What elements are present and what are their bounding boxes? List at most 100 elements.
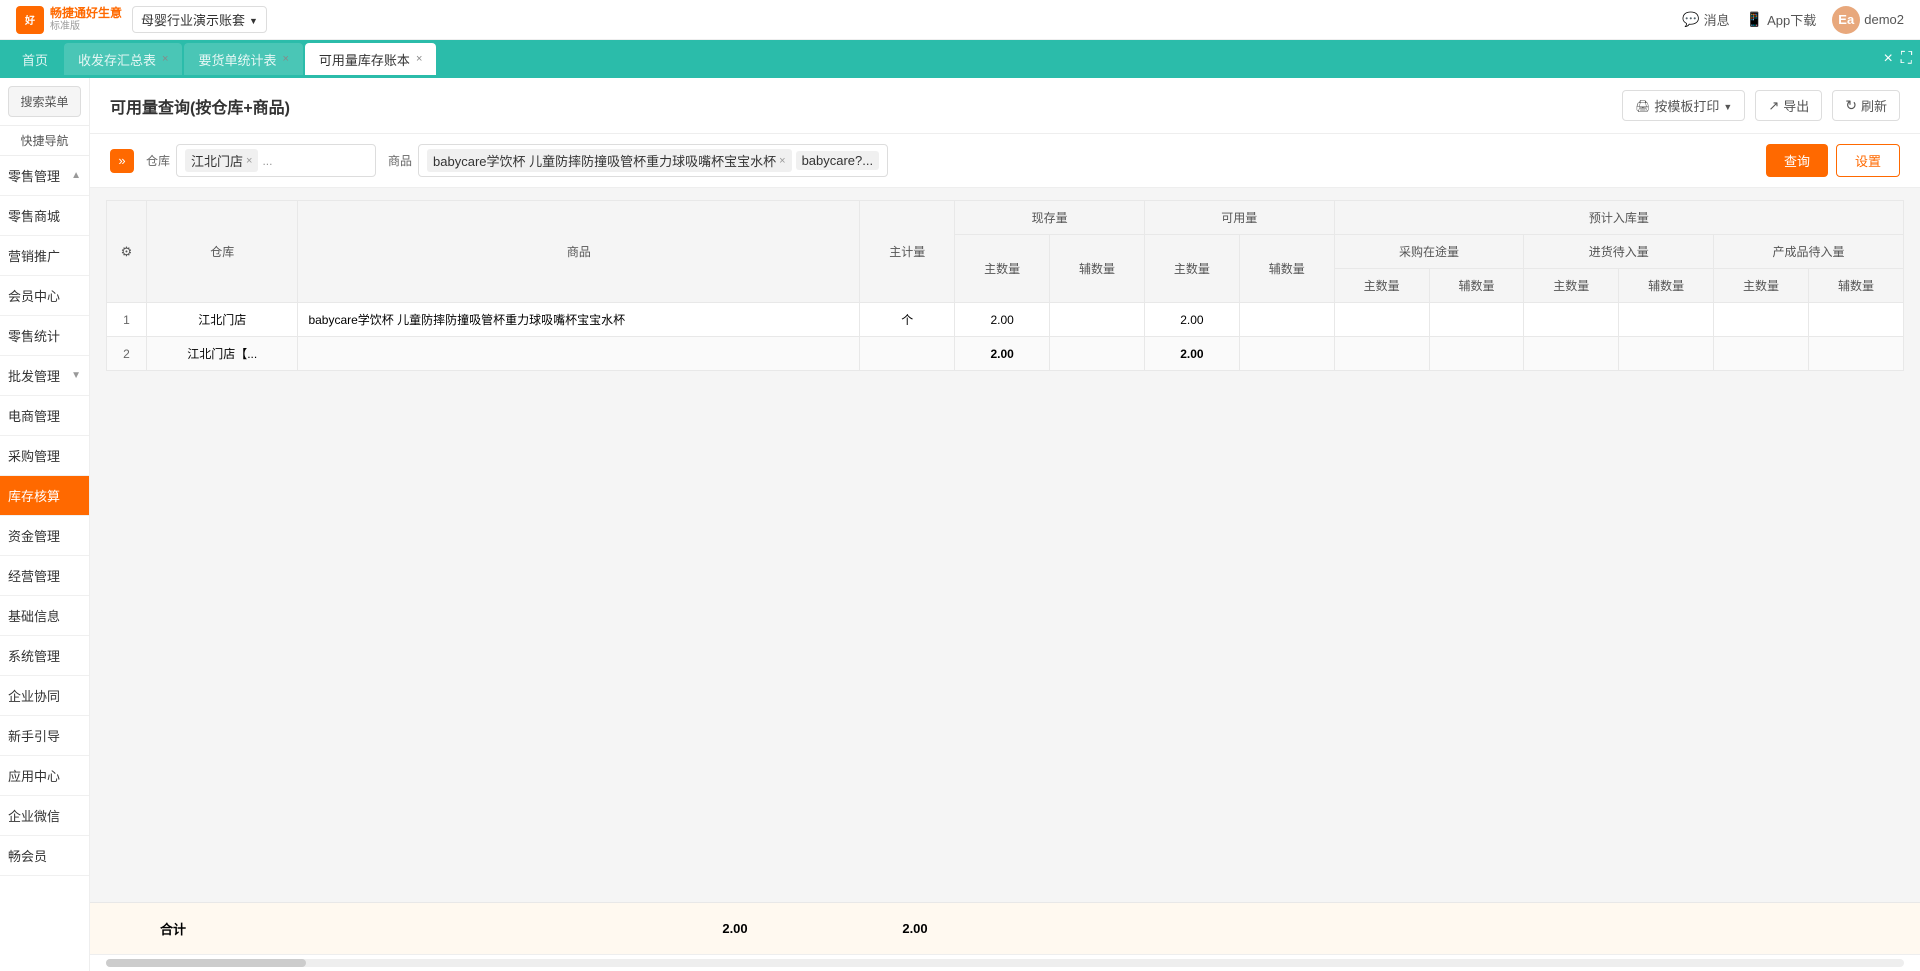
warehouse-tag-close[interactable]: ×: [246, 155, 252, 167]
tab-available[interactable]: 可用量库存账本 ×: [305, 43, 436, 75]
row-pp-aux: [1808, 337, 1903, 371]
th-planned-inbound: 预计入库量: [1334, 201, 1903, 235]
user-profile[interactable]: Ea demo2: [1832, 6, 1904, 34]
app-download-label: App下载: [1767, 10, 1816, 29]
refresh-btn[interactable]: 刷新: [1832, 90, 1900, 121]
sidebar-item-label: 应用中心: [8, 766, 60, 785]
th-current-stock: 现存量: [955, 201, 1145, 235]
export-btn[interactable]: 导出: [1755, 90, 1822, 121]
sidebar-item-label: 系统管理: [8, 646, 60, 665]
sidebar-item-wechat[interactable]: 企业微信: [0, 796, 89, 836]
print-label: 按模板打印: [1654, 96, 1719, 115]
sidebar-item-member2[interactable]: 畅会员: [0, 836, 89, 876]
total-empty: [110, 911, 150, 946]
th-avail-aux: 辅数量: [1239, 235, 1334, 303]
top-bar-left: 好 畅捷通好生意 标准版 母婴行业演示账套: [16, 6, 267, 34]
row-pp-aux: [1808, 303, 1903, 337]
message-btn[interactable]: 消息: [1682, 10, 1729, 29]
row-pp-main: [1714, 303, 1809, 337]
table-footer: 合计 2.00 2.00: [90, 902, 1920, 954]
print-btn[interactable]: 按模板打印: [1622, 90, 1745, 121]
scroll-bar-area: [90, 954, 1920, 971]
tab-fullscreen-btn[interactable]: ⛶: [1901, 50, 1912, 68]
sidebar-item-retail-stats[interactable]: 零售统计: [0, 316, 89, 356]
sidebar-nav: 零售管理 ▲ 零售商城 营销推广 会员中心 零售统计 批发管理 ▼ 电商管理: [0, 156, 89, 876]
tab-order-label: 要货单统计表: [198, 50, 276, 69]
tab-bar: 首页 收发存汇总表 × 要货单统计表 × 可用量库存账本 × × ⛶: [0, 40, 1920, 78]
settings-icon[interactable]: ⚙: [121, 244, 133, 259]
refresh-icon: [1845, 97, 1857, 114]
total-table: 合计 2.00 2.00: [110, 911, 1900, 946]
sidebar-item-finance[interactable]: 资金管理: [0, 516, 89, 556]
tab-available-close[interactable]: ×: [416, 53, 422, 65]
sidebar-item-inventory[interactable]: 库存核算: [0, 476, 89, 516]
warehouse-tag: 江北门店 ×: [185, 149, 258, 172]
username: demo2: [1864, 12, 1904, 27]
print-icon: [1635, 98, 1650, 113]
tab-order-close[interactable]: ×: [282, 53, 288, 65]
search-menu-btn[interactable]: 搜索菜单: [8, 86, 81, 117]
sidebar-item-system[interactable]: 系统管理: [0, 636, 89, 676]
app-download-btn[interactable]: App下载: [1746, 10, 1817, 29]
product-tag-1-close[interactable]: ×: [779, 155, 785, 167]
tab-receive-label: 收发存汇总表: [78, 50, 156, 69]
sidebar-item-appstore[interactable]: 应用中心: [0, 756, 89, 796]
th-avail-main: 主数量: [1144, 235, 1239, 303]
tab-receive[interactable]: 收发存汇总表 ×: [64, 43, 182, 75]
warehouse-filter-input[interactable]: 江北门店 × ...: [176, 144, 376, 177]
settings-btn[interactable]: 设置: [1836, 144, 1900, 177]
filter-bar: » 仓库 江北门店 × ... 商品 babycare学饮杯 儿童防摔防撞吸管杯…: [90, 134, 1920, 188]
sidebar-item-retail-mall[interactable]: 零售商城: [0, 196, 89, 236]
sidebar-item-label: 电商管理: [8, 406, 60, 425]
sidebar-item-basic[interactable]: 基础信息: [0, 596, 89, 636]
row-product: babycare学饮杯 儿童防摔防撞吸管杯重力球吸嘴杯宝宝水杯: [298, 303, 860, 337]
filter-more-btn[interactable]: ...: [262, 154, 272, 168]
industry-selector[interactable]: 母婴行业演示账套: [132, 6, 267, 33]
warehouse-filter-group: 仓库 江北门店 × ...: [146, 144, 376, 177]
total-avail-aux: [960, 911, 1050, 946]
total-row: 合计 2.00 2.00: [110, 911, 1900, 946]
sidebar-item-newbie[interactable]: 新手引导: [0, 716, 89, 756]
total-rest: [1050, 911, 1900, 946]
sidebar-item-marketing[interactable]: 营销推广: [0, 236, 89, 276]
row-warehouse: 江北门店: [147, 303, 298, 337]
row-ap-aux: [1619, 337, 1714, 371]
tab-receive-close[interactable]: ×: [162, 53, 168, 65]
sidebar-item-label: 零售统计: [8, 326, 60, 345]
row-avail-aux: [1239, 303, 1334, 337]
sidebar-item-purchase[interactable]: 采购管理: [0, 436, 89, 476]
row-current-main: 2.00: [955, 337, 1050, 371]
th-pt-main: 主数量: [1334, 269, 1429, 303]
export-icon: [1768, 98, 1779, 114]
th-pp-main: 主数量: [1714, 269, 1809, 303]
filter-toggle-btn[interactable]: »: [110, 149, 134, 173]
filter-actions: 查询 设置: [1766, 144, 1900, 177]
sidebar-item-wholesale[interactable]: 批发管理 ▼: [0, 356, 89, 396]
row-avail-main: 2.00: [1144, 303, 1239, 337]
th-pt-aux: 辅数量: [1429, 269, 1524, 303]
quick-nav-btn[interactable]: 快捷导航: [0, 126, 89, 156]
tab-home[interactable]: 首页: [8, 43, 62, 75]
total-unit-empty: [620, 911, 690, 946]
sidebar-item-enterprise[interactable]: 企业协同: [0, 676, 89, 716]
app-icon: [1746, 11, 1763, 28]
sidebar-item-member[interactable]: 会员中心: [0, 276, 89, 316]
tab-order[interactable]: 要货单统计表 ×: [184, 43, 302, 75]
scroll-thumb[interactable]: [106, 959, 306, 967]
sidebar-item-operations[interactable]: 经营管理: [0, 556, 89, 596]
app-subtitle: 标准版: [50, 21, 122, 33]
row-ap-main: [1524, 337, 1619, 371]
row-num: 2: [107, 337, 147, 371]
th-pp-aux: 辅数量: [1808, 269, 1903, 303]
content-area: 可用量查询(按仓库+商品) 按模板打印 导出 刷新 »: [90, 78, 1920, 971]
total-product-empty: [240, 911, 620, 946]
industry-label: 母婴行业演示账套: [141, 10, 245, 29]
sidebar-item-label: 批发管理: [8, 366, 60, 385]
row-ap-aux: [1619, 303, 1714, 337]
query-btn[interactable]: 查询: [1766, 144, 1828, 177]
sidebar-item-retail-mgmt[interactable]: 零售管理 ▲: [0, 156, 89, 196]
product-filter-input[interactable]: babycare学饮杯 儿童防摔防撞吸管杯重力球吸嘴杯宝宝水杯 × babyca…: [418, 144, 888, 177]
sidebar-item-ecommerce[interactable]: 电商管理: [0, 396, 89, 436]
tab-close-btn[interactable]: ×: [1883, 50, 1892, 68]
horizontal-scrollbar[interactable]: [106, 959, 1904, 967]
